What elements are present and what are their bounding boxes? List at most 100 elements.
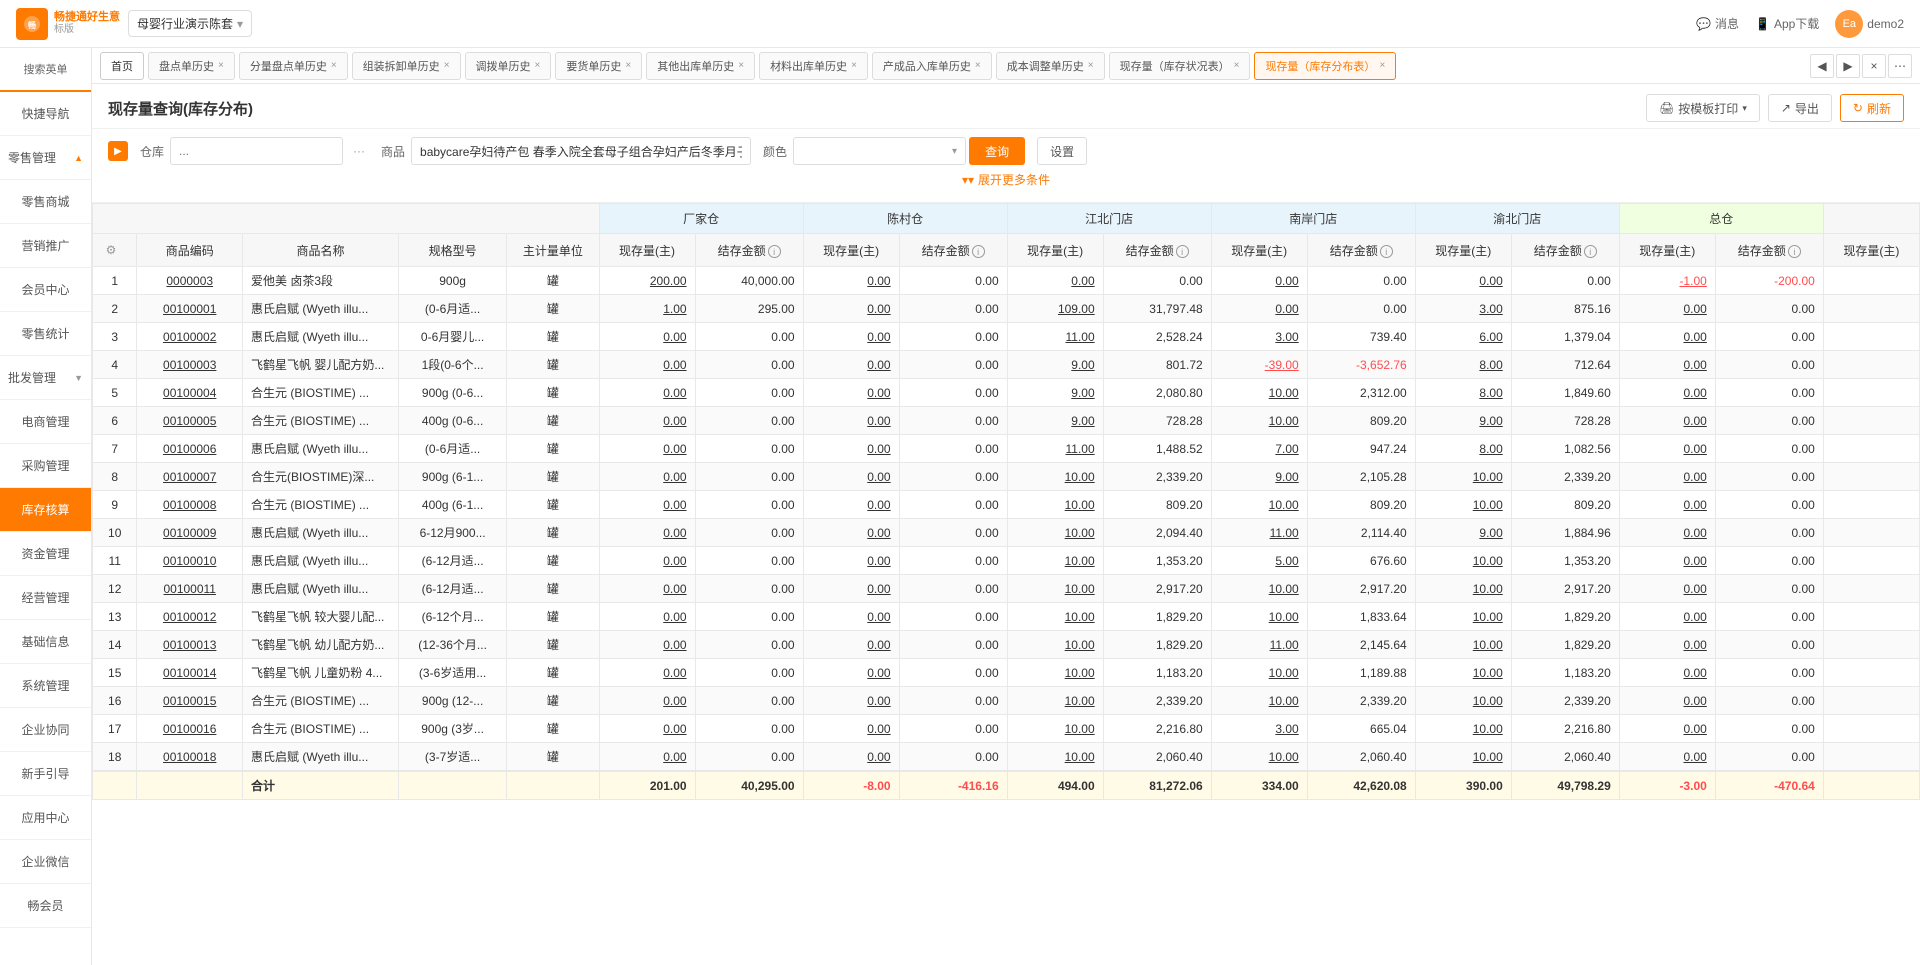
tab-transfer[interactable]: 调拨单历史 × [465, 52, 552, 80]
cell-total-qty[interactable]: -1.00 [1619, 267, 1715, 295]
message-action[interactable]: 💬 消息 [1696, 15, 1739, 32]
sidebar-item-inventory[interactable]: 库存核算 [0, 488, 91, 532]
cell-total-qty[interactable]: 0.00 [1619, 323, 1715, 351]
sidebar-item-members[interactable]: 会员中心 [0, 268, 91, 312]
cell-yb-qty[interactable]: 0.00 [1415, 267, 1511, 295]
cell-code[interactable]: 0000003 [137, 267, 243, 295]
cell-na-qty[interactable]: 3.00 [1211, 715, 1307, 743]
cell-total-qty[interactable]: 0.00 [1619, 407, 1715, 435]
sidebar-item-vip[interactable]: 畅会员 [0, 884, 91, 928]
cell-yb-qty[interactable]: 9.00 [1415, 407, 1511, 435]
cell-total-qty[interactable]: 0.00 [1619, 575, 1715, 603]
cell-yb-qty[interactable]: 10.00 [1415, 715, 1511, 743]
cell-total-qty[interactable]: 0.00 [1619, 491, 1715, 519]
cell-code[interactable]: 00100018 [137, 743, 243, 772]
tab-stock-status-close[interactable]: × [1234, 60, 1240, 71]
tab-other-out-close[interactable]: × [738, 60, 744, 71]
cell-fj-qty[interactable]: 0.00 [599, 491, 695, 519]
cell-fj-qty[interactable]: 0.00 [599, 715, 695, 743]
tab-stock-dist-close[interactable]: × [1379, 60, 1385, 71]
na-amt-info-icon[interactable]: i [1380, 245, 1393, 258]
cell-jb-qty[interactable]: 10.00 [1007, 519, 1103, 547]
user-area[interactable]: Ea demo2 [1835, 10, 1904, 38]
cell-cc-qty[interactable]: 0.00 [803, 547, 899, 575]
th-settings[interactable]: ⚙ [93, 234, 137, 267]
cell-fj-qty[interactable]: 200.00 [599, 267, 695, 295]
cell-fj-qty[interactable]: 0.00 [599, 351, 695, 379]
cell-cc-qty[interactable]: 0.00 [803, 295, 899, 323]
cell-total-qty[interactable]: 0.00 [1619, 379, 1715, 407]
query-button[interactable]: 查询 [969, 137, 1025, 165]
cell-jb-qty[interactable]: 109.00 [1007, 295, 1103, 323]
sidebar-item-wholesale[interactable]: 批发管理 ▼ [0, 356, 91, 400]
cell-code[interactable]: 00100007 [137, 463, 243, 491]
cell-jb-qty[interactable]: 11.00 [1007, 323, 1103, 351]
cell-code[interactable]: 00100003 [137, 351, 243, 379]
app-download-action[interactable]: 📱 App下载 [1755, 15, 1819, 32]
cell-yb-qty[interactable]: 3.00 [1415, 295, 1511, 323]
cell-code[interactable]: 00100016 [137, 715, 243, 743]
cell-cc-qty[interactable]: 0.00 [803, 659, 899, 687]
cell-fj-qty[interactable]: 0.00 [599, 659, 695, 687]
warehouse-input[interactable] [170, 137, 343, 165]
sidebar-item-app-center[interactable]: 应用中心 [0, 796, 91, 840]
cell-na-qty[interactable]: 10.00 [1211, 743, 1307, 772]
tab-transfer-close[interactable]: × [535, 60, 541, 71]
cell-yb-qty[interactable]: 10.00 [1415, 659, 1511, 687]
cell-cc-qty[interactable]: 0.00 [803, 519, 899, 547]
cell-jb-qty[interactable]: 10.00 [1007, 631, 1103, 659]
expand-conditions-btn[interactable]: ▾▾ 展开更多条件 [962, 171, 1050, 188]
cell-code[interactable]: 00100014 [137, 659, 243, 687]
cell-jb-qty[interactable]: 10.00 [1007, 575, 1103, 603]
cell-fj-qty[interactable]: 0.00 [599, 631, 695, 659]
cell-jb-qty[interactable]: 10.00 [1007, 491, 1103, 519]
cell-cc-qty[interactable]: 0.00 [803, 715, 899, 743]
cell-total-qty[interactable]: 0.00 [1619, 435, 1715, 463]
cell-na-qty[interactable]: -39.00 [1211, 351, 1307, 379]
print-button[interactable]: 🖨 按模板打印 ▾ [1646, 94, 1760, 122]
cell-fj-qty[interactable]: 0.00 [599, 743, 695, 772]
sidebar-item-retail-stats[interactable]: 零售统计 [0, 312, 91, 356]
cell-jb-qty[interactable]: 0.00 [1007, 267, 1103, 295]
cell-na-qty[interactable]: 10.00 [1211, 379, 1307, 407]
cell-cc-qty[interactable]: 0.00 [803, 687, 899, 715]
cell-jb-qty[interactable]: 10.00 [1007, 463, 1103, 491]
cell-cc-qty[interactable]: 0.00 [803, 631, 899, 659]
cell-yb-qty[interactable]: 10.00 [1415, 575, 1511, 603]
cell-cc-qty[interactable]: 0.00 [803, 379, 899, 407]
cell-total-qty[interactable]: 0.00 [1619, 547, 1715, 575]
cell-total-qty[interactable]: 0.00 [1619, 295, 1715, 323]
cell-jb-qty[interactable]: 10.00 [1007, 687, 1103, 715]
cell-cc-qty[interactable]: 0.00 [803, 351, 899, 379]
cell-total-qty[interactable]: 0.00 [1619, 743, 1715, 772]
cell-code[interactable]: 00100012 [137, 603, 243, 631]
cell-cc-qty[interactable]: 0.00 [803, 267, 899, 295]
cell-code[interactable]: 00100011 [137, 575, 243, 603]
sidebar-item-collaboration[interactable]: 企业协同 [0, 708, 91, 752]
cell-yb-qty[interactable]: 10.00 [1415, 687, 1511, 715]
cell-fj-qty[interactable]: 0.00 [599, 687, 695, 715]
cell-yb-qty[interactable]: 10.00 [1415, 463, 1511, 491]
cell-yb-qty[interactable]: 8.00 [1415, 379, 1511, 407]
cell-cc-qty[interactable]: 0.00 [803, 323, 899, 351]
cell-cc-qty[interactable]: 0.00 [803, 743, 899, 772]
cell-fj-qty[interactable]: 0.00 [599, 547, 695, 575]
cell-yb-qty[interactable]: 10.00 [1415, 491, 1511, 519]
cell-fj-qty[interactable]: 0.00 [599, 407, 695, 435]
tab-stocktake-close[interactable]: × [218, 60, 224, 71]
tab-assemble-close[interactable]: × [444, 60, 450, 71]
tab-cost-close[interactable]: × [1088, 60, 1094, 71]
tab-split-close[interactable]: × [331, 60, 337, 71]
cell-jb-qty[interactable]: 10.00 [1007, 603, 1103, 631]
cell-code[interactable]: 00100004 [137, 379, 243, 407]
tab-prev-btn[interactable]: ◀ [1810, 54, 1834, 78]
cell-code[interactable]: 00100008 [137, 491, 243, 519]
tab-split-stocktake[interactable]: 分量盘点单历史 × [239, 52, 348, 80]
cell-fj-qty[interactable]: 0.00 [599, 575, 695, 603]
product-input[interactable] [411, 137, 751, 165]
cell-yb-qty[interactable]: 8.00 [1415, 435, 1511, 463]
cell-na-qty[interactable]: 10.00 [1211, 575, 1307, 603]
tab-other-out[interactable]: 其他出库单历史 × [646, 52, 755, 80]
cell-na-qty[interactable]: 10.00 [1211, 659, 1307, 687]
cell-code[interactable]: 00100006 [137, 435, 243, 463]
